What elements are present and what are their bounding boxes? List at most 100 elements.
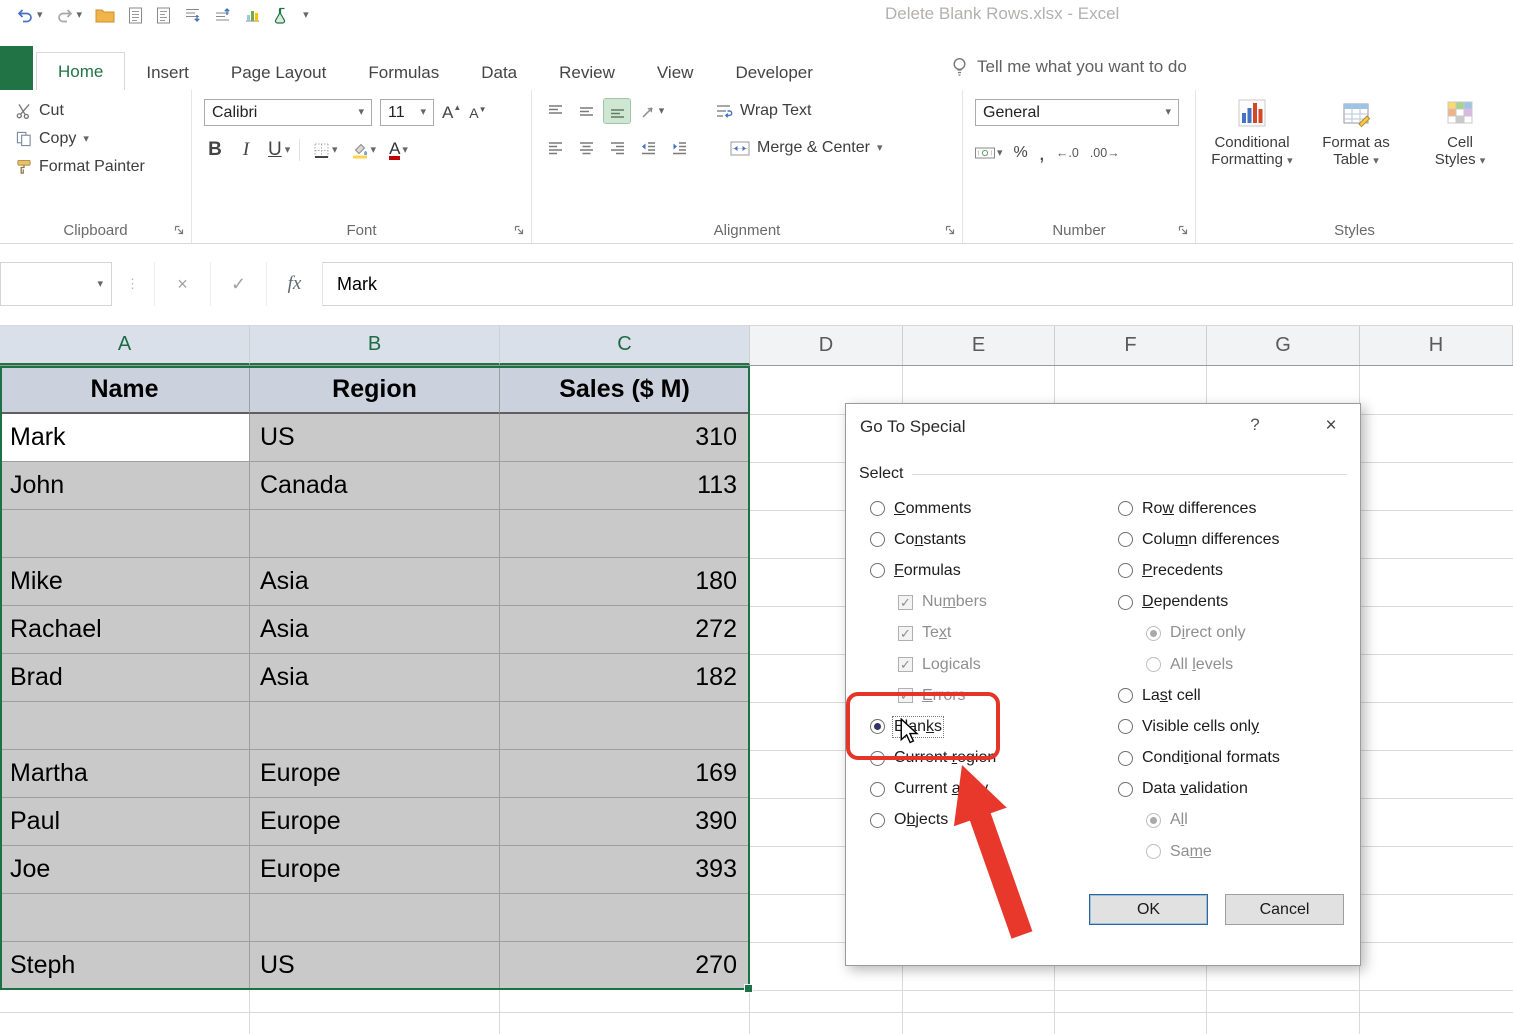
bold-button[interactable]: B	[206, 139, 224, 161]
cell-C10[interactable]: 390	[500, 798, 750, 846]
cell-C12[interactable]	[500, 894, 750, 942]
decrease-indent-button[interactable]	[635, 136, 661, 160]
formula-input[interactable]: Mark	[322, 262, 1513, 306]
cell-A4[interactable]	[0, 510, 250, 558]
customize-qat-button[interactable]: ▾	[303, 9, 309, 21]
tab-data[interactable]: Data	[460, 54, 538, 91]
cell-A5[interactable]: Mike	[0, 558, 250, 606]
name-box[interactable]: ▾	[0, 262, 112, 306]
radio-control[interactable]	[1118, 781, 1133, 797]
radio-control[interactable]	[1146, 625, 1161, 641]
open-file-button[interactable]	[95, 8, 115, 23]
cell-A10[interactable]: Paul	[0, 798, 250, 846]
radio-control[interactable]	[870, 501, 885, 517]
tab-page-layout[interactable]: Page Layout	[210, 54, 347, 91]
cell-A3[interactable]: John	[0, 462, 250, 510]
cancel-button[interactable]: Cancel	[1225, 894, 1344, 925]
cell-C13[interactable]: 270	[500, 942, 750, 990]
tab-developer[interactable]: Developer	[714, 54, 834, 91]
increase-font-size-button[interactable]: A ▲	[442, 103, 461, 123]
radio-current-array[interactable]: Current array	[870, 774, 1106, 805]
borders-button[interactable]: ▾	[313, 142, 338, 159]
cell-C8[interactable]	[500, 702, 750, 750]
tab-home[interactable]: Home	[36, 52, 126, 91]
cut-button[interactable]: Cut	[16, 102, 191, 120]
radio-control[interactable]	[870, 563, 885, 579]
tell-me-box[interactable]: Tell me what you want to do	[952, 57, 1187, 77]
checkbox-control[interactable]: ✓	[898, 657, 913, 673]
fill-color-button[interactable]: ▾	[351, 142, 376, 159]
cell-A1[interactable]: Name	[0, 366, 250, 414]
cell-B7[interactable]: Asia	[250, 654, 500, 702]
qat-lines-down-button[interactable]	[184, 7, 201, 23]
file-tab[interactable]	[0, 46, 33, 90]
radio-constants[interactable]: Constants	[870, 524, 1106, 555]
orientation-button[interactable]: ▾	[635, 99, 669, 123]
cell-A6[interactable]: Rachael	[0, 606, 250, 654]
cell-B5[interactable]: Asia	[250, 558, 500, 606]
format-painter-button[interactable]: Format Painter	[16, 158, 191, 176]
align-left-button[interactable]	[542, 136, 568, 160]
number-format-combo[interactable]: General ▾	[975, 99, 1179, 126]
alignment-dialog-launcher-icon[interactable]	[945, 225, 956, 236]
tab-formulas[interactable]: Formulas	[347, 54, 460, 91]
cell-A11[interactable]: Joe	[0, 846, 250, 894]
chevron-down-icon[interactable]: ▾	[37, 9, 43, 21]
radio-control[interactable]	[1118, 719, 1133, 735]
radio-control[interactable]	[1146, 844, 1161, 860]
cell-A2[interactable]: Mark	[0, 414, 250, 462]
radio-control[interactable]	[1118, 688, 1133, 704]
radio-last-cell[interactable]: Last cell	[1118, 680, 1350, 711]
help-button[interactable]: ?	[1242, 415, 1268, 435]
percent-style-button[interactable]: %	[1014, 144, 1028, 162]
tab-insert[interactable]: Insert	[125, 54, 210, 91]
align-center-button[interactable]	[573, 136, 599, 160]
qat-document-button[interactable]	[128, 7, 143, 24]
top-align-button[interactable]	[542, 99, 568, 123]
radio-control[interactable]	[1118, 594, 1133, 610]
decrease-font-size-button[interactable]: A ▼	[469, 105, 486, 121]
radio-objects[interactable]: Objects	[870, 805, 1106, 836]
conditional-formatting-button[interactable]: Conditional Formatting ▾	[1204, 98, 1300, 168]
undo-button[interactable]: ▾	[16, 8, 43, 23]
qat-flask-button[interactable]	[274, 7, 290, 24]
number-dialog-launcher-icon[interactable]	[1178, 225, 1189, 236]
formula-bar-resize-handle[interactable]: ⋮	[112, 262, 154, 306]
radio-all-levels[interactable]: All levels	[1118, 649, 1350, 680]
cancel-entry-icon[interactable]: ×	[154, 262, 210, 306]
format-as-table-button[interactable]: Format as Table ▾	[1308, 98, 1404, 168]
radio-conditional-formats[interactable]: Conditional formats	[1118, 743, 1350, 774]
enter-entry-icon[interactable]: ✓	[210, 262, 266, 306]
tab-view[interactable]: View	[636, 54, 715, 91]
qat-lines-up-button[interactable]	[214, 7, 231, 23]
fill-handle[interactable]	[744, 984, 753, 993]
checkbox-text[interactable]: ✓ Text	[870, 618, 1106, 649]
cell-A9[interactable]: Martha	[0, 750, 250, 798]
cell-C2[interactable]: 310	[500, 414, 750, 462]
cell-A7[interactable]: Brad	[0, 654, 250, 702]
cell-B1[interactable]: Region	[250, 366, 500, 414]
align-right-button[interactable]	[604, 136, 630, 160]
qat-chart-button[interactable]	[244, 7, 261, 23]
radio-control[interactable]	[1118, 501, 1133, 517]
increase-decimal-button[interactable]: ←.0	[1056, 146, 1079, 160]
cell-C4[interactable]	[500, 510, 750, 558]
increase-indent-button[interactable]	[666, 136, 692, 160]
decrease-decimal-button[interactable]: .00→	[1090, 146, 1120, 160]
radio-dependents[interactable]: Dependents	[1118, 587, 1350, 618]
cell-B11[interactable]: Europe	[250, 846, 500, 894]
insert-function-icon[interactable]: fx	[266, 262, 322, 306]
radio-control[interactable]	[1118, 563, 1133, 579]
cell-C7[interactable]: 182	[500, 654, 750, 702]
radio-data-validation[interactable]: Data validation	[1118, 774, 1350, 805]
cell-C1[interactable]: Sales ($ M)	[500, 366, 750, 414]
cell-B13[interactable]: US	[250, 942, 500, 990]
cell-B2[interactable]: US	[250, 414, 500, 462]
cell-B9[interactable]: Europe	[250, 750, 500, 798]
cell-A12[interactable]	[0, 894, 250, 942]
comma-style-button[interactable]: ,	[1039, 140, 1045, 166]
cell-B6[interactable]: Asia	[250, 606, 500, 654]
chevron-down-icon[interactable]: ▾	[77, 9, 83, 21]
font-name-combo[interactable]: Calibri ▾	[204, 99, 372, 126]
radio-control[interactable]	[1118, 750, 1133, 766]
